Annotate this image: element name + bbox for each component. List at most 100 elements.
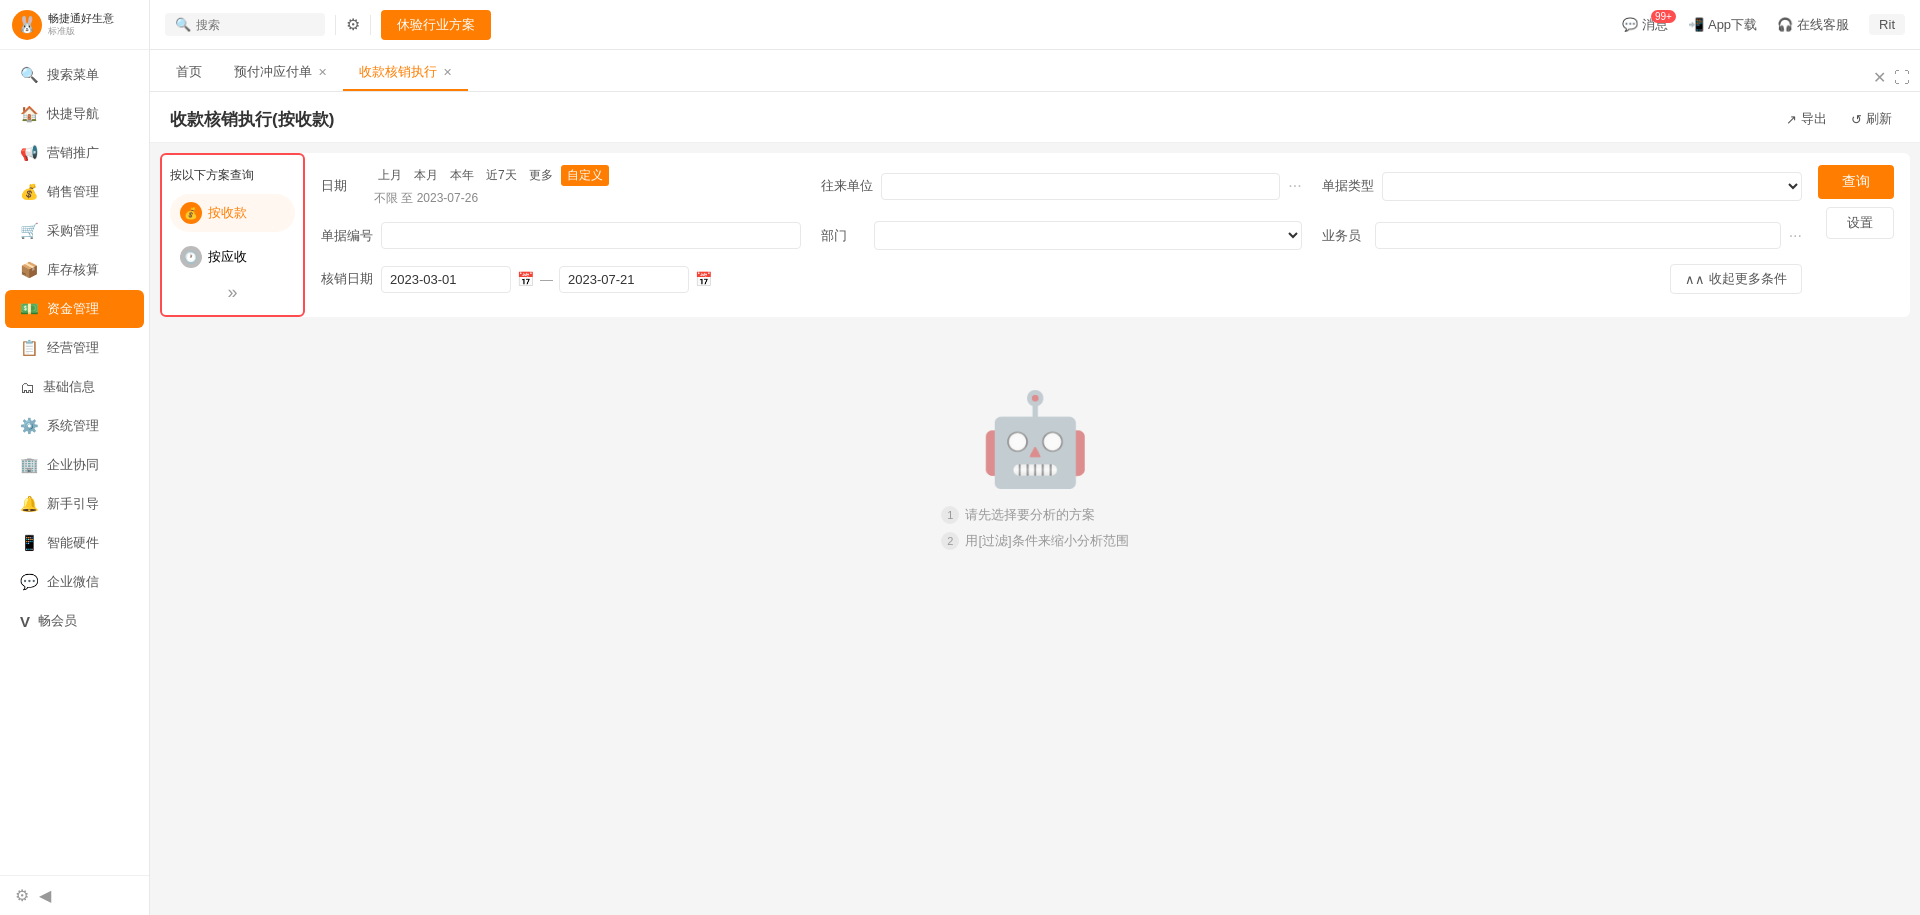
filter-sidebar-collapse-btn[interactable]: » (170, 282, 295, 303)
tab-collection[interactable]: 收款核销执行 ✕ (343, 55, 468, 91)
close-tab-icon[interactable]: ✕ (1873, 68, 1886, 87)
date-tab-this-year[interactable]: 本年 (446, 165, 478, 186)
tab-collection-label: 收款核销执行 (359, 63, 437, 81)
message-button[interactable]: 💬 消息 99+ (1622, 16, 1668, 34)
tab-prepay-label: 预付冲应付单 (234, 63, 312, 81)
sidebar-item-member[interactable]: V 畅会员 (5, 602, 144, 640)
filter-option-by-receivable[interactable]: 🕐 按应收 (170, 238, 295, 276)
filter-date-row: 日期 上月 本月 本年 近7天 更多 自定义 不限 至 2023-07-26 (321, 165, 801, 207)
sidebar-item-smart[interactable]: 📱 智能硬件 (5, 524, 144, 562)
sidebar-item-basic[interactable]: 🗂 基础信息 (5, 368, 144, 406)
sidebar-item-label: 库存核算 (47, 261, 99, 279)
verifydate-end-input[interactable] (559, 266, 689, 293)
sidebar-item-label: 资金管理 (47, 300, 99, 318)
sales-dots[interactable]: ··· (1789, 227, 1802, 245)
collapse-more-button[interactable]: ∧∧ 收起更多条件 (1670, 264, 1802, 294)
sidebar-menu: 🔍 搜索菜单 🏠 快捷导航 📢 营销推广 💰 销售管理 🛒 采购管理 📦 库存核… (0, 50, 149, 875)
dept-select[interactable] (874, 221, 1301, 250)
tab-prepay[interactable]: 预付冲应付单 ✕ (218, 55, 343, 91)
verifydate-label: 核销日期 (321, 270, 373, 288)
sidebar-item-label: 采购管理 (47, 222, 99, 240)
counterparty-input[interactable] (881, 173, 1280, 200)
counterparty-dots[interactable]: ··· (1288, 177, 1301, 195)
sidebar-item-label: 畅会员 (38, 612, 77, 630)
content-area: 收款核销执行(按收款) ↗ 导出 ↺ 刷新 按以下方案查询 💰 按收款 (150, 92, 1920, 915)
sidebar-item-quick-nav[interactable]: 🏠 快捷导航 (5, 95, 144, 133)
hint-item-1: 1 请先选择要分析的方案 (941, 502, 1128, 528)
system-icon: ⚙️ (20, 417, 39, 435)
calendar-end-icon[interactable]: 📅 (695, 271, 712, 287)
sidebar-item-system[interactable]: ⚙️ 系统管理 (5, 407, 144, 445)
topbar-gear-icon[interactable]: ⚙ (346, 15, 360, 34)
online-service-button[interactable]: 🎧 在线客服 (1777, 16, 1849, 34)
ops-icon: 📋 (20, 339, 39, 357)
verifydate-start-input[interactable] (381, 266, 511, 293)
sidebar-item-collab[interactable]: 🏢 企业协同 (5, 446, 144, 484)
logo-text-area: 畅捷通好生意 标准版 (48, 11, 114, 38)
date-tab-custom[interactable]: 自定义 (561, 165, 609, 186)
filter-verifydate-row: 核销日期 📅 — 📅 (321, 264, 801, 294)
refresh-button[interactable]: ↺ 刷新 (1843, 106, 1900, 132)
settings-icon[interactable]: ⚙ (15, 886, 29, 905)
calendar-start-icon[interactable]: 📅 (517, 271, 534, 287)
tab-prepay-close-icon[interactable]: ✕ (318, 66, 327, 79)
sidebar-item-label: 经营管理 (47, 339, 99, 357)
member-icon: V (20, 613, 30, 630)
date-tab-more[interactable]: 更多 (525, 165, 557, 186)
settings-button[interactable]: 设置 (1826, 207, 1894, 239)
query-column: 查询 设置 (1818, 153, 1910, 317)
search-bar[interactable]: 🔍 (165, 13, 325, 36)
purchase-icon: 🛒 (20, 222, 39, 240)
tab-home-label: 首页 (176, 63, 202, 81)
user-avatar[interactable]: Rit (1869, 14, 1905, 35)
app-download-button[interactable]: 📲 App下载 (1688, 16, 1757, 34)
sales-icon: 💰 (20, 183, 39, 201)
sidebar-item-sales[interactable]: 💰 销售管理 (5, 173, 144, 211)
sidebar-item-wechat[interactable]: 💬 企业微信 (5, 563, 144, 601)
search-input[interactable] (196, 18, 296, 32)
tabbar-actions: ✕ ⛶ (1873, 68, 1910, 91)
date-tab-last-month[interactable]: 上月 (374, 165, 406, 186)
collapse-sidebar-icon[interactable]: ◀ (39, 886, 51, 905)
export-button[interactable]: ↗ 导出 (1778, 106, 1835, 132)
search-icon: 🔍 (175, 17, 191, 32)
empty-hints: 1 请先选择要分析的方案 2 用[过滤]条件来缩小分析范围 (941, 502, 1128, 554)
expand-tab-icon[interactable]: ⛶ (1894, 69, 1910, 87)
sidebar-item-purchase[interactable]: 🛒 采购管理 (5, 212, 144, 250)
logo-name: 畅捷通好生意 (48, 11, 114, 25)
tab-collection-close-icon[interactable]: ✕ (443, 66, 452, 79)
tab-home[interactable]: 首页 (160, 55, 218, 91)
date-tab-7days[interactable]: 近7天 (482, 165, 521, 186)
hint-num-1: 1 (941, 506, 959, 524)
sales-label: 业务员 (1322, 227, 1367, 245)
billno-input[interactable] (381, 222, 801, 249)
topbar-divider (335, 15, 336, 35)
topbar: 🔍 ⚙ 休验行业方案 💬 消息 99+ 📲 App下载 🎧 在线客服 Rit (150, 0, 1920, 50)
sidebar-item-marketing[interactable]: 📢 营销推广 (5, 134, 144, 172)
sidebar-item-finance[interactable]: 💵 资金管理 (5, 290, 144, 328)
topbar-right: 💬 消息 99+ 📲 App下载 🎧 在线客服 Rit (1622, 14, 1905, 35)
page-title: 收款核销执行(按收款) (170, 108, 334, 131)
query-button[interactable]: 查询 (1818, 165, 1894, 199)
sidebar-item-search-menu[interactable]: 🔍 搜索菜单 (5, 56, 144, 94)
filter-option-by-receipt[interactable]: 💰 按收款 (170, 194, 295, 232)
guide-icon: 🔔 (20, 495, 39, 513)
page-header: 收款核销执行(按收款) ↗ 导出 ↺ 刷新 (150, 92, 1920, 143)
date-tab-this-month[interactable]: 本月 (410, 165, 442, 186)
date-label: 日期 (321, 177, 366, 195)
app-label: App下载 (1708, 16, 1757, 34)
sales-input[interactable] (1375, 222, 1781, 249)
sidebar-item-label: 新手引导 (47, 495, 99, 513)
filter-counterparty-row: 往来单位 ··· (821, 165, 1301, 207)
marketing-icon: 📢 (20, 144, 39, 162)
sidebar-item-label: 系统管理 (47, 417, 99, 435)
solution-button[interactable]: 休验行业方案 (381, 10, 491, 40)
sidebar-item-guide[interactable]: 🔔 新手引导 (5, 485, 144, 523)
tabbar: 首页 预付冲应付单 ✕ 收款核销执行 ✕ ✕ ⛶ (150, 50, 1920, 92)
export-icon: ↗ (1786, 112, 1797, 127)
sidebar-item-ops[interactable]: 📋 经营管理 (5, 329, 144, 367)
sidebar-item-inventory[interactable]: 📦 库存核算 (5, 251, 144, 289)
date-sub-label: 不限 至 2023-07-26 (374, 190, 609, 207)
billtype-select[interactable] (1382, 172, 1802, 201)
receivable-option-label: 按应收 (208, 248, 247, 266)
